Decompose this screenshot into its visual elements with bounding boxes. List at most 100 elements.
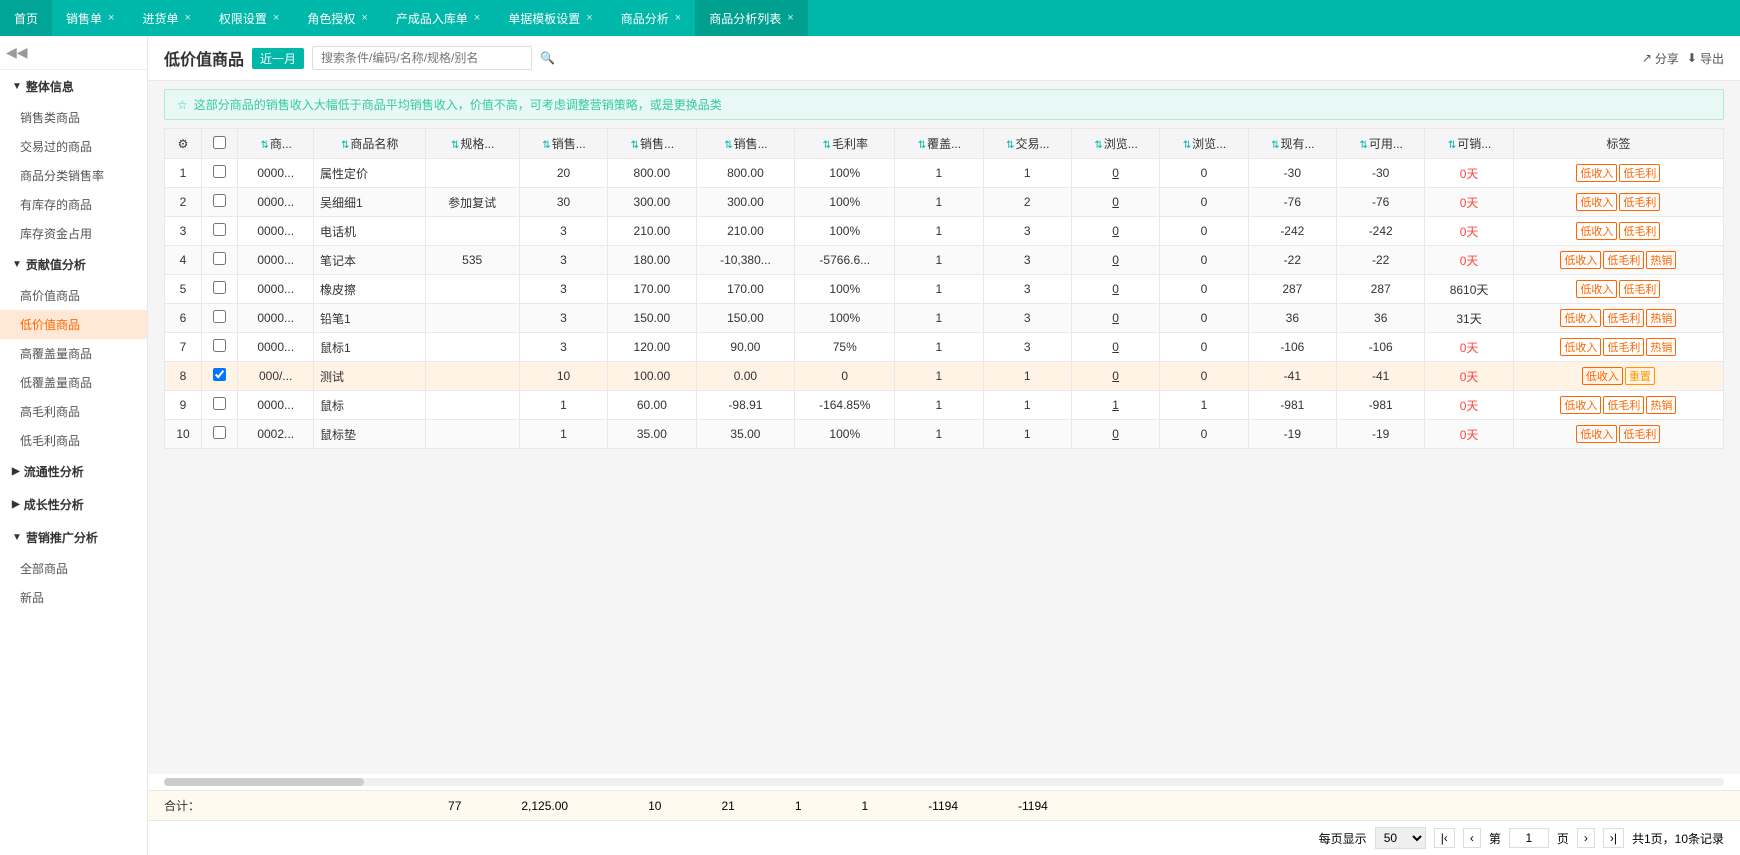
nav-purchase-order[interactable]: 进货单 ×	[128, 0, 204, 36]
cell-browse1[interactable]: 0	[1071, 420, 1159, 449]
nav-template-settings[interactable]: 单据模板设置 ×	[494, 0, 606, 36]
row-checkbox[interactable]	[213, 310, 226, 323]
row-checkbox[interactable]	[213, 339, 226, 352]
row-checkbox[interactable]	[213, 426, 226, 439]
cell-checkbox[interactable]	[201, 304, 237, 333]
sidebar-item-high-value[interactable]: 高价值商品	[0, 281, 147, 310]
browse-link[interactable]: 0	[1112, 340, 1119, 354]
sidebar-item-low-coverage[interactable]: 低覆盖量商品	[0, 368, 147, 397]
browse-link[interactable]: 0	[1112, 311, 1119, 325]
cell-browse1[interactable]: 0	[1071, 246, 1159, 275]
browse-link[interactable]: 0	[1112, 224, 1119, 238]
row-checkbox[interactable]	[213, 194, 226, 207]
prev-page-button[interactable]: ‹	[1463, 828, 1481, 848]
nav-product-analysis-list[interactable]: 商品分析列表 ×	[695, 0, 807, 36]
row-checkbox[interactable]	[213, 397, 226, 410]
browse-link[interactable]: 0	[1112, 166, 1119, 180]
cell-checkbox[interactable]	[201, 333, 237, 362]
cell-browse1[interactable]: 0	[1071, 333, 1159, 362]
col-margin[interactable]: ⇅毛利率	[795, 129, 895, 159]
row-checkbox[interactable]	[213, 252, 226, 265]
page-size-select[interactable]: 50 100 200	[1375, 827, 1426, 849]
sidebar-item-category-sales-rate[interactable]: 商品分类销售率	[0, 161, 147, 190]
col-sale-qty[interactable]: ⇅销售...	[519, 129, 607, 159]
cell-browse1[interactable]: 1	[1071, 391, 1159, 420]
nav-permission-settings[interactable]: 权限设置 ×	[205, 0, 293, 36]
sidebar-item-low-margin[interactable]: 低毛利商品	[0, 426, 147, 455]
select-all-checkbox[interactable]	[213, 136, 226, 149]
col-browse1[interactable]: ⇅浏览...	[1071, 129, 1159, 159]
sidebar-item-inventory-funds[interactable]: 库存资金占用	[0, 219, 147, 248]
close-icon[interactable]: ×	[108, 12, 114, 24]
browse-link[interactable]: 0	[1112, 369, 1119, 383]
col-available[interactable]: ⇅可用...	[1337, 129, 1425, 159]
last-page-button[interactable]: ›|	[1603, 828, 1624, 848]
close-icon[interactable]: ×	[787, 12, 793, 24]
sidebar-item-in-stock-products[interactable]: 有库存的商品	[0, 190, 147, 219]
cell-browse1[interactable]: 0	[1071, 362, 1159, 391]
cell-checkbox[interactable]	[201, 391, 237, 420]
close-icon[interactable]: ×	[474, 12, 480, 24]
col-salable[interactable]: ⇅可销...	[1425, 129, 1513, 159]
horizontal-scrollbar[interactable]	[164, 778, 1724, 786]
col-current[interactable]: ⇅现有...	[1248, 129, 1336, 159]
sidebar-item-new-products[interactable]: 新品	[0, 583, 147, 612]
browse-link[interactable]: 0	[1112, 427, 1119, 441]
period-button[interactable]: 近一月	[252, 48, 304, 69]
col-browse2[interactable]: ⇅浏览...	[1160, 129, 1248, 159]
browse-link[interactable]: 1	[1112, 398, 1119, 412]
close-icon[interactable]: ×	[361, 12, 367, 24]
cell-browse1[interactable]: 0	[1071, 304, 1159, 333]
col-coverage[interactable]: ⇅覆盖...	[895, 129, 983, 159]
close-icon[interactable]: ×	[184, 12, 190, 24]
cell-checkbox[interactable]	[201, 362, 237, 391]
search-input[interactable]	[312, 46, 532, 70]
close-icon[interactable]: ×	[675, 12, 681, 24]
sidebar-section-liquidity[interactable]: ▶ 流通性分析	[0, 455, 147, 488]
sidebar-item-traded-products[interactable]: 交易过的商品	[0, 132, 147, 161]
sidebar-item-low-value[interactable]: 低价值商品	[0, 310, 147, 339]
page-number-input[interactable]	[1509, 828, 1549, 848]
close-icon[interactable]: ×	[586, 12, 592, 24]
row-checkbox[interactable]	[213, 165, 226, 178]
next-page-button[interactable]: ›	[1577, 828, 1595, 848]
col-gear[interactable]: ⚙	[165, 129, 202, 159]
search-icon[interactable]: 🔍	[540, 51, 555, 65]
cell-browse1[interactable]: 0	[1071, 275, 1159, 304]
browse-link[interactable]: 0	[1112, 253, 1119, 267]
col-sale-price[interactable]: ⇅销售...	[608, 129, 696, 159]
nav-product-analysis[interactable]: 商品分析 ×	[607, 0, 695, 36]
col-checkbox[interactable]	[201, 129, 237, 159]
nav-sales-order[interactable]: 销售单 ×	[52, 0, 128, 36]
scrollbar-thumb[interactable]	[164, 778, 364, 786]
sidebar-section-overview[interactable]: ▼ 整体信息	[0, 70, 147, 103]
cell-browse1[interactable]: 0	[1071, 159, 1159, 188]
cell-checkbox[interactable]	[201, 246, 237, 275]
nav-role-auth[interactable]: 角色授权 ×	[293, 0, 381, 36]
cell-checkbox[interactable]	[201, 188, 237, 217]
col-spec[interactable]: ⇅规格...	[425, 129, 519, 159]
sidebar-section-growth[interactable]: ▶ 成长性分析	[0, 488, 147, 521]
share-button[interactable]: ↗ 分享	[1642, 50, 1679, 67]
sidebar-section-contribution[interactable]: ▼ 贡献值分析	[0, 248, 147, 281]
sidebar-item-all-products[interactable]: 全部商品	[0, 554, 147, 583]
nav-home[interactable]: 首页	[0, 0, 52, 36]
cell-checkbox[interactable]	[201, 159, 237, 188]
sidebar-item-high-margin[interactable]: 高毛利商品	[0, 397, 147, 426]
close-icon[interactable]: ×	[273, 12, 279, 24]
col-name[interactable]: ⇅商品名称	[313, 129, 425, 159]
sidebar-collapse-btn[interactable]: ◀◀	[6, 44, 28, 61]
sidebar-section-marketing[interactable]: ▼ 营销推广分析	[0, 521, 147, 554]
cell-browse1[interactable]: 0	[1071, 217, 1159, 246]
cell-checkbox[interactable]	[201, 275, 237, 304]
browse-link[interactable]: 0	[1112, 195, 1119, 209]
col-code[interactable]: ⇅商...	[238, 129, 314, 159]
cell-checkbox[interactable]	[201, 420, 237, 449]
row-checkbox[interactable]	[213, 223, 226, 236]
sidebar-item-high-coverage[interactable]: 高覆盖量商品	[0, 339, 147, 368]
cell-checkbox[interactable]	[201, 217, 237, 246]
row-checkbox[interactable]	[213, 368, 226, 381]
browse-link[interactable]: 0	[1112, 282, 1119, 296]
sidebar-item-sales-products[interactable]: 销售类商品	[0, 103, 147, 132]
cell-browse1[interactable]: 0	[1071, 188, 1159, 217]
